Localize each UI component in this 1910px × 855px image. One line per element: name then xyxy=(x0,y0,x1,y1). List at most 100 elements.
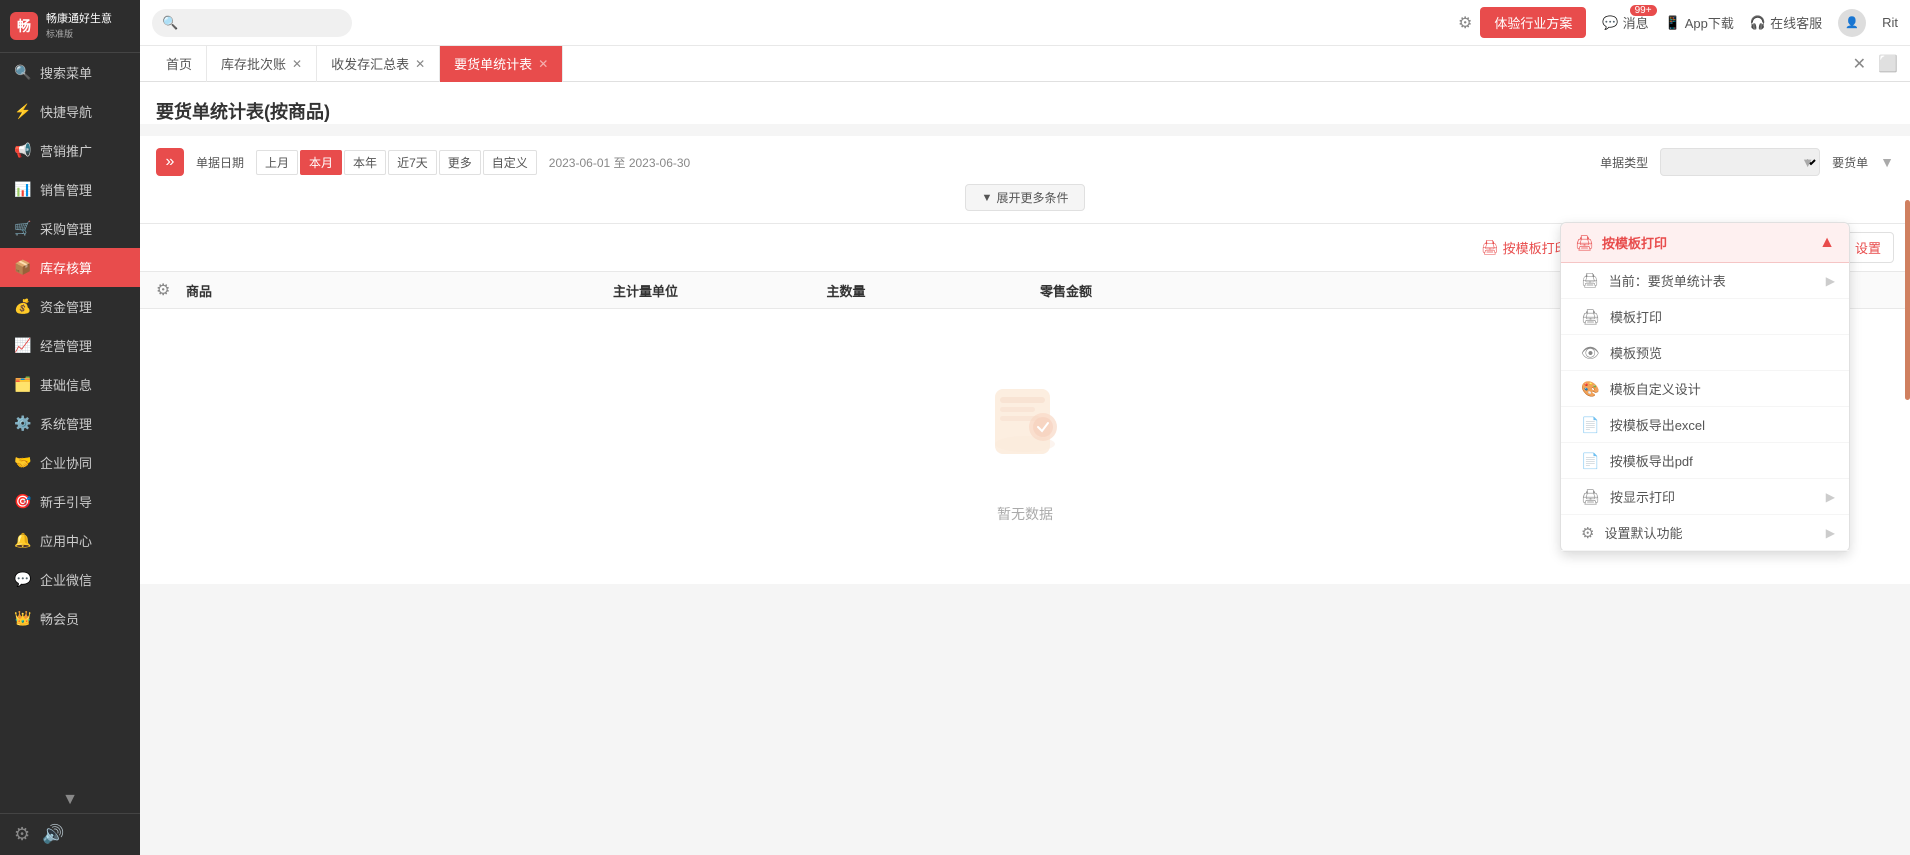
print-panel-collapse-icon[interactable]: ▲ xyxy=(1819,234,1835,252)
user-avatar-btn[interactable]: 👤 xyxy=(1838,9,1866,37)
expand-more-btn[interactable]: ▼ 展开更多条件 xyxy=(965,184,1086,211)
sidebar-item-basic[interactable]: 🗂️ 基础信息 xyxy=(0,365,140,404)
appstore-icon: 🔔 xyxy=(14,532,32,550)
date-btn-last-month[interactable]: 上月 xyxy=(256,150,298,175)
online-service-btn[interactable]: 🎧 在线客服 xyxy=(1750,13,1822,32)
tab-requisition[interactable]: 要货单统计表 ✕ xyxy=(440,46,563,82)
finance-icon: 💰 xyxy=(14,298,32,316)
empty-illustration xyxy=(975,369,1075,488)
filter-expand-left[interactable]: » xyxy=(156,148,184,176)
sidebar-settings-button[interactable]: ⚙ xyxy=(14,824,30,845)
sidebar-item-system[interactable]: ⚙️ 系统管理 xyxy=(0,404,140,443)
date-label: 单据日期 xyxy=(196,154,244,171)
download-icon: 📱 xyxy=(1665,15,1681,31)
print-preview-item[interactable]: 👁 模板预览 xyxy=(1561,335,1849,371)
app-badge: 标准版 xyxy=(46,27,112,40)
default-settings-chevron-icon: ▶ xyxy=(1826,526,1835,540)
display-print-icon: 🖨 xyxy=(1581,488,1600,506)
print-icon: 🖨 xyxy=(1481,239,1499,256)
inventory-icon: 📦 xyxy=(14,259,32,277)
app-download-btn[interactable]: 📱 App下载 xyxy=(1665,13,1734,32)
main-area: 🔍 ⚙ 体验行业方案 💬 消息 99+ 📱 App下载 🎧 在线客服 xyxy=(140,0,1910,855)
sidebar-item-inventory[interactable]: 📦 库存核算 xyxy=(0,248,140,287)
settings-gear-icon[interactable]: ⚙ xyxy=(156,282,170,299)
sidebar-item-purchase[interactable]: 🛒 采购管理 xyxy=(0,209,140,248)
print-panel: 🖨 按模板打印 ▲ 🖨 当前：要货单统计表 ▶ 🖨 模板打印 👁 模板预览 xyxy=(1560,222,1850,552)
tab-maximize-btn[interactable]: ⬜ xyxy=(1874,50,1902,78)
sidebar-sound-button[interactable]: 🔊 xyxy=(42,824,64,845)
bell-icon: 💬 xyxy=(1602,15,1618,31)
basic-icon: 🗂️ xyxy=(14,376,32,394)
gear-icon[interactable]: ⚙ xyxy=(1458,13,1472,33)
tab-home[interactable]: 首页 xyxy=(152,46,207,82)
sidebar-scroll-down[interactable]: ▼ xyxy=(62,791,78,809)
resize-handle[interactable] xyxy=(1905,200,1910,400)
current-chevron-icon: ▶ xyxy=(1826,274,1835,288)
type-select-wrapper: ▼ xyxy=(1660,148,1820,176)
date-btn-this-month[interactable]: 本月 xyxy=(300,150,342,175)
sidebar-item-finance[interactable]: 💰 资金管理 xyxy=(0,287,140,326)
sidebar-item-marketing[interactable]: 📢 营销推广 xyxy=(0,131,140,170)
sidebar-item-sales[interactable]: 📊 销售管理 xyxy=(0,170,140,209)
date-btn-custom[interactable]: 自定义 xyxy=(483,150,537,175)
app-name: 畅康通好生意 xyxy=(46,12,112,26)
print-template-item[interactable]: 🖨 模板打印 xyxy=(1561,299,1849,335)
col-qty-header: 主数量 xyxy=(827,281,1041,300)
print-current-item[interactable]: 🖨 当前：要货单统计表 ▶ xyxy=(1561,263,1849,299)
sidebar-item-appstore[interactable]: 🔔 应用中心 xyxy=(0,521,140,560)
export-pdf-icon: 📄 xyxy=(1581,452,1600,470)
sidebar-item-newbie[interactable]: 🎯 新手引导 xyxy=(0,482,140,521)
col-unit-header: 主计量单位 xyxy=(613,281,827,300)
print-default-item[interactable]: ⚙ 设置默认功能 ▶ xyxy=(1561,515,1849,551)
topbar-search-input[interactable] xyxy=(182,16,342,30)
col-amount-header: 零售金额 xyxy=(1040,281,1254,300)
empty-text: 暂无数据 xyxy=(997,504,1053,524)
tab-close-btn[interactable]: ✕ xyxy=(1849,50,1870,78)
service-icon: 🎧 xyxy=(1750,15,1766,31)
sidebar-item-search[interactable]: 🔍 搜索菜单 xyxy=(0,53,140,92)
filter-area: » 单据日期 上月 本月 本年 近7天 更多 自定义 2023-06-01 至 … xyxy=(140,136,1910,224)
print-export-pdf-item[interactable]: 📄 按模板导出pdf xyxy=(1561,443,1849,479)
tab-batch-close[interactable]: ✕ xyxy=(292,57,302,71)
print-export-excel-item[interactable]: 📄 按模板导出excel xyxy=(1561,407,1849,443)
notifications-badge: 99+ xyxy=(1630,5,1657,16)
sidebar-item-operations[interactable]: 📈 经营管理 xyxy=(0,326,140,365)
sidebar-item-wechat[interactable]: 💬 企业微信 xyxy=(0,560,140,599)
print-panel-printer-icon: 🖨 xyxy=(1575,234,1594,252)
sidebar-item-quicknav[interactable]: ⚡ 快捷导航 xyxy=(0,92,140,131)
print-panel-header[interactable]: 🖨 按模板打印 ▲ xyxy=(1561,223,1849,263)
newbie-icon: 🎯 xyxy=(14,493,32,511)
sidebar-bottom: ⚙ 🔊 xyxy=(0,813,140,855)
tab-receipts[interactable]: 收发存汇总表 ✕ xyxy=(317,46,440,82)
print-panel-title: 按模板打印 xyxy=(1602,233,1819,252)
logo-icon: 畅 xyxy=(10,12,38,40)
print-display-item[interactable]: 🖨 按显示打印 ▶ xyxy=(1561,479,1849,515)
quicknav-icon: ⚡ xyxy=(14,103,32,121)
notifications-btn[interactable]: 💬 消息 99+ xyxy=(1602,13,1648,32)
industry-btn[interactable]: 体验行业方案 xyxy=(1480,7,1586,38)
date-btn-group: 上月 本月 本年 近7天 更多 自定义 xyxy=(256,150,537,175)
tabbar-actions: ✕ ⬜ xyxy=(1849,50,1910,78)
type-label: 单据类型 xyxy=(1600,154,1648,171)
page-header: 要货单统计表(按商品) xyxy=(140,82,1910,124)
sidebar-nav: 🔍 搜索菜单 ⚡ 快捷导航 📢 营销推广 📊 销售管理 🛒 采购管理 📦 库存核… xyxy=(0,53,140,787)
username-label: Rit xyxy=(1882,15,1898,30)
date-btn-more[interactable]: 更多 xyxy=(439,150,481,175)
sidebar-item-member[interactable]: 👑 畅会员 xyxy=(0,599,140,638)
collab-icon: 🤝 xyxy=(14,454,32,472)
col-product-header: 商品 xyxy=(186,281,613,300)
print-design-item[interactable]: 🎨 模板自定义设计 xyxy=(1561,371,1849,407)
date-btn-7days[interactable]: 近7天 xyxy=(388,150,437,175)
tab-batch[interactable]: 库存批次账 ✕ xyxy=(207,46,317,82)
date-range: 2023-06-01 至 2023-06-30 xyxy=(549,154,690,171)
expand-icon: ▼ xyxy=(982,192,993,204)
type-select[interactable] xyxy=(1660,148,1820,176)
date-btn-this-year[interactable]: 本年 xyxy=(344,150,386,175)
query-collapse-btn[interactable]: ▼ xyxy=(1880,154,1894,170)
page-content: 要货单统计表(按商品) » 单据日期 上月 本月 本年 近7天 更多 自定义 2… xyxy=(140,82,1910,855)
tab-receipts-close[interactable]: ✕ xyxy=(415,57,425,71)
tab-requisition-close[interactable]: ✕ xyxy=(538,57,548,71)
sidebar-item-collab[interactable]: 🤝 企业协同 xyxy=(0,443,140,482)
template-preview-icon: 👁 xyxy=(1581,344,1600,362)
wechat-icon: 💬 xyxy=(14,571,32,589)
